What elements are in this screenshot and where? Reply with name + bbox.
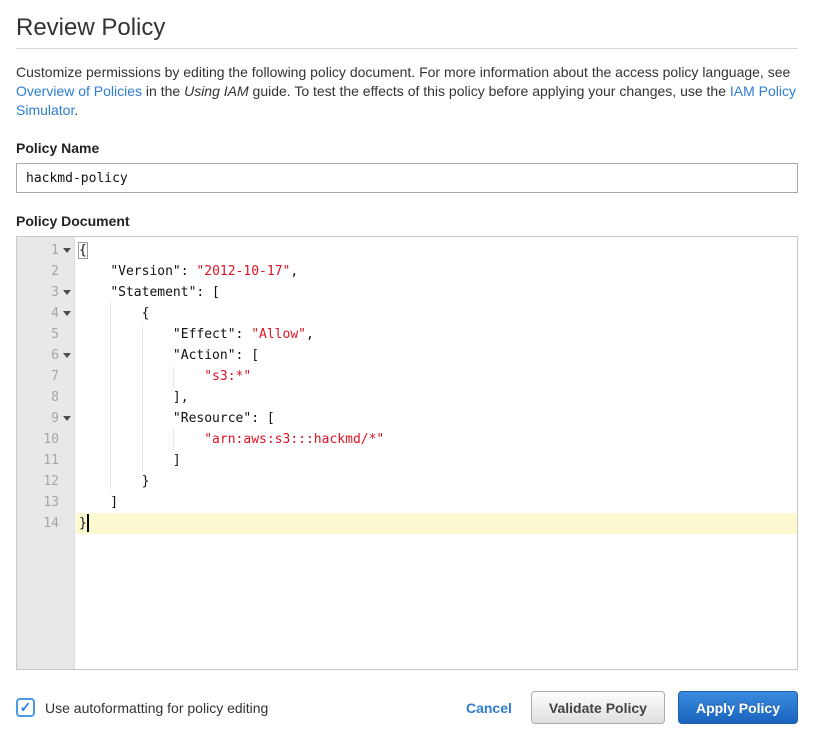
policy-name-input[interactable] <box>16 163 798 193</box>
gutter-line-number: 11 <box>17 450 74 471</box>
gutter-line-number: 13 <box>17 492 74 513</box>
code-line: } <box>79 471 797 492</box>
policy-name-label: Policy Name <box>16 140 798 156</box>
intro-text: Customize permissions by editing the fol… <box>16 63 798 120</box>
autoformat-checkbox[interactable]: ✓ <box>16 698 35 717</box>
cancel-link[interactable]: Cancel <box>466 700 512 716</box>
code-line: { <box>79 303 797 324</box>
gutter-line-number: 8 <box>17 387 74 408</box>
intro-text-1: Customize permissions by editing the fol… <box>16 64 790 80</box>
validate-policy-button[interactable]: Validate Policy <box>531 691 665 724</box>
policy-document-label: Policy Document <box>16 213 798 229</box>
editor-code-area: { "Version": "2012-10-17", "Statement": … <box>76 237 797 669</box>
gutter-line-number: 3 <box>17 282 74 303</box>
autoformat-checkbox-row[interactable]: ✓ Use autoformatting for policy editing <box>16 698 268 717</box>
apply-policy-button[interactable]: Apply Policy <box>678 691 798 724</box>
gutter-line-number: 14 <box>17 513 74 534</box>
check-icon: ✓ <box>20 700 32 714</box>
gutter-line-number: 9 <box>17 408 74 429</box>
code-line: ] <box>79 492 797 513</box>
code-line: "arn:aws:s3:::hackmd/*" <box>79 429 797 450</box>
code-line: "Statement": [ <box>79 282 797 303</box>
autoformat-checkbox-label: Use autoformatting for policy editing <box>45 700 268 716</box>
code-line: "Effect": "Allow", <box>79 324 797 345</box>
guide-name: Using IAM <box>184 83 249 99</box>
fold-arrow-icon[interactable] <box>59 303 74 324</box>
footer-actions: Cancel Validate Policy Apply Policy <box>466 691 798 724</box>
fold-arrow-icon[interactable] <box>59 408 74 429</box>
intro-text-4: . <box>74 102 78 118</box>
code-line: { <box>79 240 797 261</box>
intro-text-3: guide. To test the effects of this polic… <box>249 83 730 99</box>
review-policy-page: Review Policy Customize permissions by e… <box>0 14 814 724</box>
fold-arrow-icon[interactable] <box>59 282 74 303</box>
fold-arrow-icon[interactable] <box>59 240 74 261</box>
editor-gutter: 1234567891011121314 <box>17 237 75 669</box>
footer-bar: ✓ Use autoformatting for policy editing … <box>16 691 798 724</box>
code-line: ], <box>79 387 797 408</box>
gutter-line-number: 2 <box>17 261 74 282</box>
gutter-line-number: 5 <box>17 324 74 345</box>
code-line: } <box>79 513 797 534</box>
gutter-line-number: 10 <box>17 429 74 450</box>
text-cursor <box>87 514 89 532</box>
code-line: "Action": [ <box>79 345 797 366</box>
code-line: ] <box>79 450 797 471</box>
overview-of-policies-link[interactable]: Overview of Policies <box>16 83 142 99</box>
intro-text-2: in the <box>142 83 184 99</box>
policy-document-editor[interactable]: 1234567891011121314 { "Version": "2012-1… <box>16 236 798 670</box>
page-title: Review Policy <box>16 14 798 42</box>
gutter-line-number: 6 <box>17 345 74 366</box>
code-line: "s3:*" <box>79 366 797 387</box>
title-divider <box>16 48 798 49</box>
code-line: "Version": "2012-10-17", <box>79 261 797 282</box>
gutter-line-number: 4 <box>17 303 74 324</box>
gutter-line-number: 12 <box>17 471 74 492</box>
fold-arrow-icon[interactable] <box>59 345 74 366</box>
code-line: "Resource": [ <box>79 408 797 429</box>
gutter-line-number: 1 <box>17 240 74 261</box>
gutter-line-number: 7 <box>17 366 74 387</box>
